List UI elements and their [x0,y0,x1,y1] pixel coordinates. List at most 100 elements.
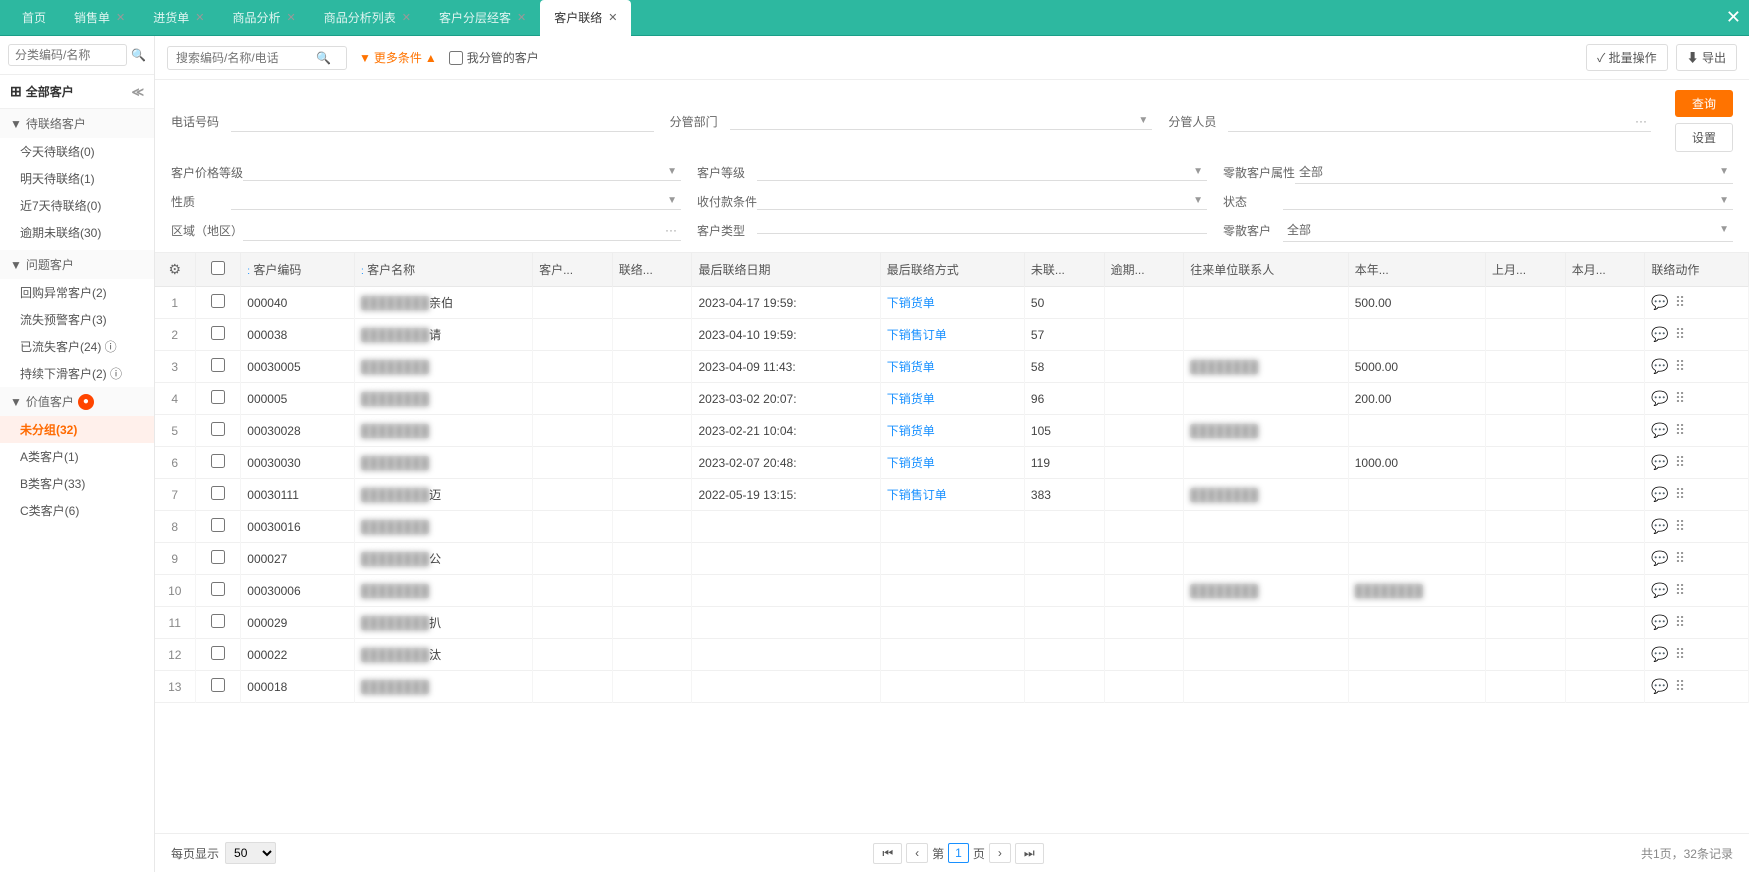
tab-sales-close[interactable]: ✕ [116,11,125,24]
last-page-btn[interactable]: ⏭ [1015,843,1044,864]
tab-product-analysis-close[interactable]: ✕ [287,11,296,24]
td-check[interactable] [195,575,241,607]
more-icon[interactable]: ⠿ [1675,454,1685,471]
more-icon[interactable]: ⠿ [1675,646,1685,663]
th-gear[interactable]: ⚙ [155,253,195,287]
person-dots-icon[interactable]: ··· [1635,114,1647,128]
row-checkbox[interactable] [211,454,225,468]
next-page-btn[interactable]: › [989,843,1011,863]
td-last-contact-type[interactable] [880,607,1024,639]
row-checkbox[interactable] [211,550,225,564]
more-icon[interactable]: ⠿ [1675,518,1685,535]
contact-type-link[interactable]: 下销货单 [887,456,935,470]
phone-input[interactable] [231,111,654,132]
td-last-contact-type[interactable]: 下销售订单 [880,479,1024,511]
chat-icon[interactable]: 💬 [1651,326,1668,343]
person-select[interactable]: ··· [1228,111,1651,132]
tab-product-list[interactable]: 商品分析列表 ✕ [310,0,425,36]
tab-customer-segment-close[interactable]: ✕ [517,11,526,24]
row-checkbox[interactable] [211,646,225,660]
customer-type-select[interactable] [757,227,1207,234]
col-sort-name-icon[interactable]: : [361,266,364,277]
td-check[interactable] [195,319,241,351]
sidebar-problem-group[interactable]: ▼ 问题客户 [0,250,154,279]
select-all-checkbox[interactable] [211,261,225,275]
query-button[interactable]: 查询 [1675,90,1733,117]
chat-icon[interactable]: 💬 [1651,422,1668,439]
sidebar-search-input[interactable] [8,44,127,66]
sidebar-item-churned[interactable]: 已流失客户(24) ⓘ [0,333,154,360]
td-check[interactable] [195,351,241,383]
per-page-select[interactable]: 50 100 200 [225,842,276,864]
more-icon[interactable]: ⠿ [1675,614,1685,631]
filter-search-icon[interactable]: 🔍 [316,51,331,65]
td-last-contact-type[interactable] [880,575,1024,607]
payment-select[interactable]: ▼ [757,192,1207,210]
td-check[interactable] [195,671,241,703]
price-level-select[interactable]: ▼ [243,163,681,181]
contact-type-link[interactable]: 下销售订单 [887,488,947,502]
export-button[interactable]: ⬇ 导出 [1676,44,1737,71]
td-check[interactable] [195,415,241,447]
td-last-contact-type[interactable]: 下销货单 [880,415,1024,447]
more-icon[interactable]: ⠿ [1675,550,1685,567]
td-last-contact-type[interactable] [880,639,1024,671]
contact-type-link[interactable]: 下销货单 [887,424,935,438]
close-all-icon[interactable]: ✕ [1726,7,1741,28]
td-last-contact-type[interactable] [880,671,1024,703]
td-check[interactable] [195,607,241,639]
row-checkbox[interactable] [211,294,225,308]
sidebar-item-ungroup[interactable]: 未分组(32) [0,416,154,443]
more-icon[interactable]: ⠿ [1675,422,1685,439]
chat-icon[interactable]: 💬 [1651,518,1668,535]
reset-button[interactable]: 设置 [1675,123,1733,152]
filter-more-conditions[interactable]: ▼ 更多条件 ▲ [359,49,437,66]
tab-customer-segment[interactable]: 客户分层经客 ✕ [425,0,540,36]
contact-type-link[interactable]: 下销货单 [887,360,935,374]
tab-purchase-close[interactable]: ✕ [195,11,204,24]
td-check[interactable] [195,543,241,575]
row-checkbox[interactable] [211,326,225,340]
contact-type-link[interactable]: 下销售订单 [887,328,947,342]
chat-icon[interactable]: 💬 [1651,454,1668,471]
dept-select[interactable]: ▼ [730,112,1153,130]
td-check[interactable] [195,639,241,671]
contact-type-link[interactable]: 下销货单 [887,296,935,310]
sidebar-item-overdue-pending[interactable]: 逾期未联络(30) [0,219,154,246]
sidebar-item-b-class[interactable]: B类客户(33) [0,470,154,497]
chat-icon[interactable]: 💬 [1651,582,1668,599]
region-dots-icon[interactable]: ··· [665,223,677,237]
sidebar-all-customers[interactable]: ⊞ 全部客户 ≪ [0,75,154,109]
more-icon[interactable]: ⠿ [1675,390,1685,407]
td-check[interactable] [195,479,241,511]
tab-product-analysis[interactable]: 商品分析 ✕ [218,0,309,36]
chat-icon[interactable]: 💬 [1651,550,1668,567]
tab-purchase[interactable]: 进货单 ✕ [139,0,218,36]
chat-icon[interactable]: 💬 [1651,614,1668,631]
filter-search-input[interactable] [176,51,316,65]
batch-operations-button[interactable]: ✓ 批量操作 [1586,44,1668,71]
sidebar-search-icon[interactable]: 🔍 [131,48,146,62]
more-icon[interactable]: ⠿ [1675,486,1685,503]
row-checkbox[interactable] [211,390,225,404]
td-check[interactable] [195,511,241,543]
row-checkbox[interactable] [211,518,225,532]
filter-my-customers[interactable]: 我分管的客户 [449,49,539,66]
more-icon[interactable]: ⠿ [1675,294,1685,311]
td-check[interactable] [195,287,241,319]
td-last-contact-type[interactable]: 下销货单 [880,287,1024,319]
more-icon[interactable]: ⠿ [1675,582,1685,599]
gender-select[interactable]: ▼ [231,192,681,210]
sidebar-item-churn-warning[interactable]: 流失预警客户(3) [0,306,154,333]
chat-icon[interactable]: 💬 [1651,390,1668,407]
tab-home[interactable]: 首页 [8,0,60,36]
td-last-contact-type[interactable]: 下销售订单 [880,319,1024,351]
more-icon[interactable]: ⠿ [1675,326,1685,343]
sidebar-item-today-pending[interactable]: 今天待联络(0) [0,138,154,165]
row-checkbox[interactable] [211,678,225,692]
td-last-contact-type[interactable]: 下销货单 [880,383,1024,415]
td-check[interactable] [195,447,241,479]
td-last-contact-type[interactable]: 下销货单 [880,447,1024,479]
sidebar-score-group[interactable]: ▼ 价值客户 ● [0,387,154,416]
sidebar-item-tomorrow-pending[interactable]: 明天待联络(1) [0,165,154,192]
